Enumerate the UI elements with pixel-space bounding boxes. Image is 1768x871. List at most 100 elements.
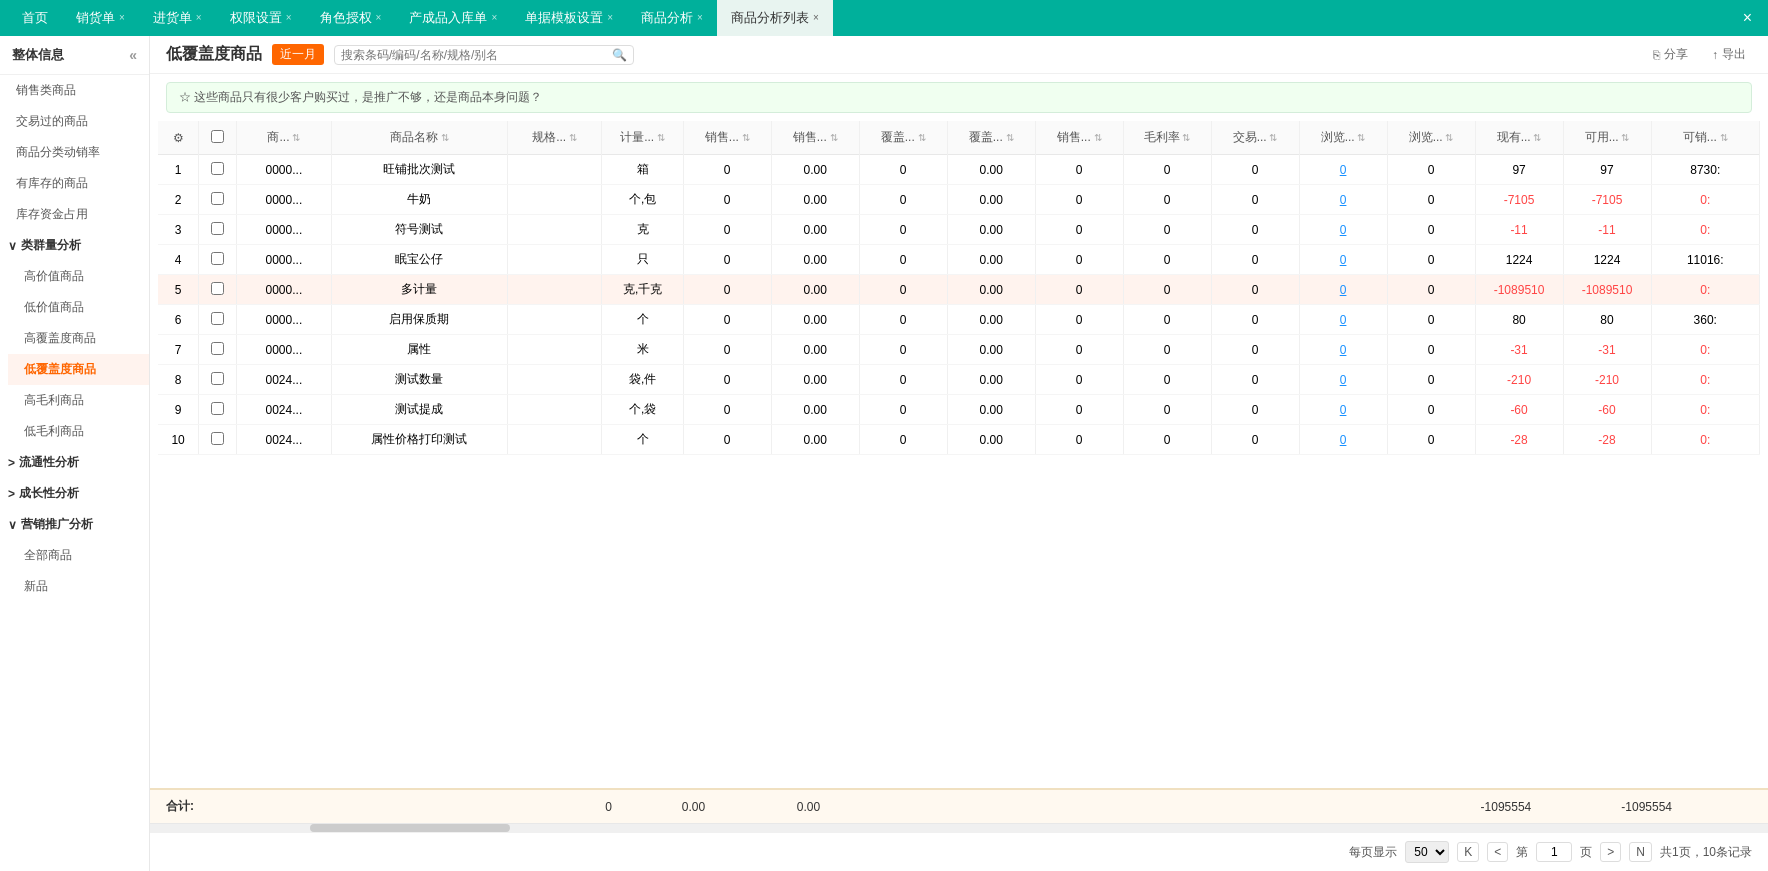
sidebar-group-growth[interactable]: > 成长性分析 bbox=[0, 478, 149, 509]
spec-col[interactable]: 规格... bbox=[507, 121, 602, 155]
browse1-link[interactable]: 0 bbox=[1340, 253, 1347, 267]
available2-col[interactable]: 可销... bbox=[1651, 121, 1759, 155]
row-checkbox[interactable] bbox=[211, 432, 224, 445]
name-col[interactable]: 商品名称 bbox=[331, 121, 507, 155]
nav-finished-goods[interactable]: 产成品入库单 × bbox=[395, 0, 511, 36]
row-current: -60 bbox=[1475, 395, 1563, 425]
browse1-link[interactable]: 0 bbox=[1340, 343, 1347, 357]
sidebar-item-high-value[interactable]: 高价值商品 bbox=[8, 261, 149, 292]
nav-template-close[interactable]: × bbox=[607, 0, 613, 36]
row-checkbox[interactable] bbox=[211, 252, 224, 265]
sidebar-item-low-gross[interactable]: 低毛利商品 bbox=[8, 416, 149, 447]
row-checkbox[interactable] bbox=[211, 162, 224, 175]
trade-col[interactable]: 交易... bbox=[1211, 121, 1299, 155]
nav-product-analysis-close[interactable]: × bbox=[697, 0, 703, 36]
row-code: 0000... bbox=[237, 215, 332, 245]
row-unit: 袋,件 bbox=[602, 365, 683, 395]
scrollbar-thumb[interactable] bbox=[310, 824, 510, 832]
sidebar-item-high-gross[interactable]: 高毛利商品 bbox=[8, 385, 149, 416]
nav-home[interactable]: 首页 bbox=[8, 0, 62, 36]
nav-finished-goods-close[interactable]: × bbox=[491, 0, 497, 36]
row-name: 牛奶 bbox=[331, 185, 507, 215]
unit-col[interactable]: 计量... bbox=[602, 121, 683, 155]
search-icon[interactable]: 🔍 bbox=[612, 48, 627, 62]
time-tag-button[interactable]: 近一月 bbox=[272, 44, 324, 65]
browse1-col[interactable]: 浏览... bbox=[1299, 121, 1387, 155]
row-checkbox[interactable] bbox=[211, 402, 224, 415]
sidebar-item-all-goods[interactable]: 全部商品 bbox=[8, 540, 149, 571]
sidebar-group-marketing[interactable]: ∨ 营销推广分析 bbox=[0, 509, 149, 540]
browse2-col[interactable]: 浏览... bbox=[1387, 121, 1475, 155]
sidebar-item-inventory-capital[interactable]: 库存资金占用 bbox=[0, 199, 149, 230]
sidebar-item-new-goods[interactable]: 新品 bbox=[8, 571, 149, 602]
nav-permission[interactable]: 权限设置 × bbox=[216, 0, 306, 36]
nav-product-analysis-list-close[interactable]: × bbox=[813, 0, 819, 36]
browse1-link[interactable]: 0 bbox=[1340, 433, 1347, 447]
row-code: 0024... bbox=[237, 425, 332, 455]
sidebar-item-low-value[interactable]: 低价值商品 bbox=[8, 292, 149, 323]
row-checkbox[interactable] bbox=[211, 222, 224, 235]
row-gross-rate: 0 bbox=[1123, 275, 1211, 305]
sidebar-item-category-sales-rate[interactable]: 商品分类动销率 bbox=[0, 137, 149, 168]
nav-purchase-order[interactable]: 进货单 × bbox=[139, 0, 216, 36]
sidebar-item-traded-goods[interactable]: 交易过的商品 bbox=[0, 106, 149, 137]
window-close-button[interactable]: × bbox=[1735, 9, 1760, 27]
search-input[interactable] bbox=[341, 48, 612, 62]
total-row: 合计: 0 0.00 0.00 -1095554 -1095554 bbox=[150, 788, 1768, 824]
row-available2: 8730: bbox=[1651, 155, 1759, 185]
browse1-link[interactable]: 0 bbox=[1340, 193, 1347, 207]
row-checkbox[interactable] bbox=[211, 342, 224, 355]
table-row: 90024...测试提成个,袋00.0000.0000000-60-600: bbox=[158, 395, 1760, 425]
share-button[interactable]: ⎘ 分享 bbox=[1647, 44, 1694, 65]
nav-sales-order-close[interactable]: × bbox=[119, 0, 125, 36]
code-col[interactable]: 商... bbox=[237, 121, 332, 155]
browse1-link[interactable]: 0 bbox=[1340, 313, 1347, 327]
nav-sales-order[interactable]: 销货单 × bbox=[62, 0, 139, 36]
prev-page-button[interactable]: < bbox=[1487, 842, 1508, 862]
nav-role-auth[interactable]: 角色授权 × bbox=[306, 0, 396, 36]
per-page-select[interactable]: 50 bbox=[1405, 841, 1449, 863]
cover1-col[interactable]: 覆盖... bbox=[859, 121, 947, 155]
sales-x-col[interactable]: 销售... bbox=[1035, 121, 1123, 155]
row-browse2: 0 bbox=[1387, 365, 1475, 395]
sidebar-item-high-coverage[interactable]: 高覆盖度商品 bbox=[8, 323, 149, 354]
browse1-link[interactable]: 0 bbox=[1340, 373, 1347, 387]
sidebar-group-cluster-analysis[interactable]: ∨ 类群量分析 bbox=[0, 230, 149, 261]
row-gross-rate: 0 bbox=[1123, 335, 1211, 365]
sales-qty-col[interactable]: 销售... bbox=[683, 121, 771, 155]
available-col[interactable]: 可用... bbox=[1563, 121, 1651, 155]
row-spec bbox=[507, 395, 602, 425]
sidebar-collapse-button[interactable]: « bbox=[129, 47, 137, 63]
select-all-checkbox[interactable] bbox=[211, 130, 224, 143]
nav-permission-close[interactable]: × bbox=[286, 0, 292, 36]
sidebar-item-in-stock-goods[interactable]: 有库存的商品 bbox=[0, 168, 149, 199]
gross-rate-col[interactable]: 毛利率 bbox=[1123, 121, 1211, 155]
nav-role-auth-close[interactable]: × bbox=[376, 0, 382, 36]
current-col[interactable]: 现有... bbox=[1475, 121, 1563, 155]
nav-purchase-order-close[interactable]: × bbox=[196, 0, 202, 36]
page-number-input[interactable] bbox=[1536, 842, 1572, 862]
horizontal-scrollbar[interactable] bbox=[150, 824, 1768, 832]
row-checkbox[interactable] bbox=[211, 282, 224, 295]
sidebar-item-low-coverage[interactable]: 低覆盖度商品 bbox=[8, 354, 149, 385]
row-current: 80 bbox=[1475, 305, 1563, 335]
browse1-link[interactable]: 0 bbox=[1340, 223, 1347, 237]
row-checkbox[interactable] bbox=[211, 312, 224, 325]
next-page-button[interactable]: > bbox=[1600, 842, 1621, 862]
settings-col[interactable]: ⚙ bbox=[158, 121, 199, 155]
row-checkbox[interactable] bbox=[211, 192, 224, 205]
last-page-button[interactable]: N bbox=[1629, 842, 1652, 862]
sidebar-group-circulation[interactable]: > 流通性分析 bbox=[0, 447, 149, 478]
nav-template[interactable]: 单据模板设置 × bbox=[511, 0, 627, 36]
export-button[interactable]: ↑ 导出 bbox=[1706, 44, 1752, 65]
browse1-link[interactable]: 0 bbox=[1340, 163, 1347, 177]
first-page-button[interactable]: K bbox=[1457, 842, 1479, 862]
nav-product-analysis-list[interactable]: 商品分析列表 × bbox=[717, 0, 833, 36]
browse1-link[interactable]: 0 bbox=[1340, 283, 1347, 297]
row-checkbox[interactable] bbox=[211, 372, 224, 385]
nav-product-analysis[interactable]: 商品分析 × bbox=[627, 0, 717, 36]
sales-amt-col[interactable]: 销售... bbox=[771, 121, 859, 155]
browse1-link[interactable]: 0 bbox=[1340, 403, 1347, 417]
cover2-col[interactable]: 覆盖... bbox=[947, 121, 1035, 155]
sidebar-item-sales-goods[interactable]: 销售类商品 bbox=[0, 75, 149, 106]
